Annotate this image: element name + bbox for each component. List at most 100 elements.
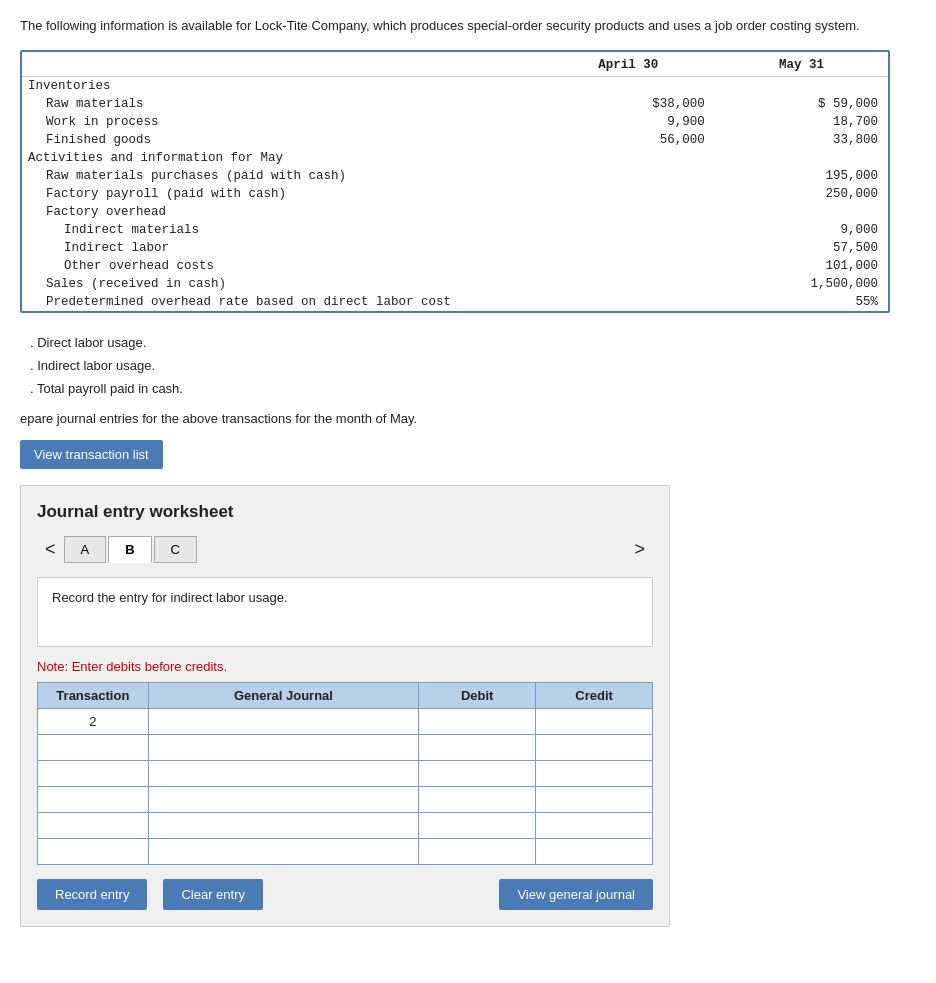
info-row-label: Raw materials (22, 95, 542, 113)
info-row-apr: $38,000 (542, 95, 715, 113)
prepare-text: epare journal entries for the above tran… (20, 411, 916, 426)
info-row-may: 57,500 (715, 239, 888, 257)
journal-credit-input[interactable] (536, 787, 652, 812)
info-row-apr: 9,900 (542, 113, 715, 131)
info-row-may: 195,000 (715, 167, 888, 185)
journal-transaction-cell (38, 760, 149, 786)
view-transaction-button[interactable]: View transaction list (20, 440, 163, 469)
journal-transaction-cell (38, 838, 149, 864)
info-row-may: 1,500,000 (715, 275, 888, 293)
journal-debit-input[interactable] (419, 761, 535, 786)
journal-credit-cell[interactable] (536, 734, 653, 760)
tab-a[interactable]: A (64, 536, 107, 563)
info-row-label: Sales (received in cash) (22, 275, 542, 293)
info-row-may: 18,700 (715, 113, 888, 131)
info-row-apr (542, 293, 715, 311)
info-row-apr (542, 76, 715, 95)
info-row-may: 250,000 (715, 185, 888, 203)
bullet-item: . Total payroll paid in cash. (30, 377, 916, 400)
journal-debit-input[interactable] (419, 787, 535, 812)
journal-general-cell[interactable] (148, 786, 419, 812)
journal-general-input[interactable] (149, 709, 419, 734)
journal-debit-cell[interactable] (419, 812, 536, 838)
info-row-may: 33,800 (715, 131, 888, 149)
journal-row (38, 760, 653, 786)
journal-debit-cell[interactable] (419, 760, 536, 786)
journal-credit-input[interactable] (536, 761, 652, 786)
info-row-may: $ 59,000 (715, 95, 888, 113)
entry-description: Record the entry for indirect labor usag… (37, 577, 653, 647)
journal-debit-input[interactable] (419, 735, 535, 760)
journal-debit-cell[interactable] (419, 838, 536, 864)
journal-credit-input[interactable] (536, 813, 652, 838)
info-row-label: Activities and information for May (22, 149, 542, 167)
journal-general-cell[interactable] (148, 838, 419, 864)
journal-transaction-cell (38, 812, 149, 838)
journal-general-input[interactable] (149, 735, 419, 760)
journal-transaction-cell (38, 786, 149, 812)
journal-general-cell[interactable] (148, 812, 419, 838)
col-label-header (22, 52, 542, 77)
info-row-label: Work in process (22, 113, 542, 131)
info-row-apr (542, 257, 715, 275)
journal-debit-cell[interactable] (419, 786, 536, 812)
view-general-journal-button[interactable]: View general journal (499, 879, 653, 910)
tabs-row: < ABC > (37, 536, 653, 563)
intro-text: The following information is available f… (20, 16, 880, 36)
info-row-label: Inventories (22, 76, 542, 95)
info-row-may: 101,000 (715, 257, 888, 275)
info-row-may: 9,000 (715, 221, 888, 239)
worksheet-title: Journal entry worksheet (37, 502, 653, 522)
tabs-container: ABC (64, 536, 199, 563)
info-row-apr (542, 275, 715, 293)
journal-debit-input[interactable] (419, 839, 535, 864)
info-row-apr (542, 203, 715, 221)
journal-credit-cell[interactable] (536, 838, 653, 864)
record-entry-button[interactable]: Record entry (37, 879, 147, 910)
tab-c[interactable]: C (154, 536, 197, 563)
journal-credit-input[interactable] (536, 735, 652, 760)
info-row-label: Indirect materials (22, 221, 542, 239)
journal-debit-input[interactable] (419, 813, 535, 838)
journal-general-cell[interactable] (148, 708, 419, 734)
journal-credit-cell[interactable] (536, 760, 653, 786)
journal-debit-input[interactable] (419, 709, 535, 734)
clear-entry-button[interactable]: Clear entry (163, 879, 263, 910)
info-row-apr (542, 167, 715, 185)
bullet-item: . Indirect labor usage. (30, 354, 916, 377)
journal-col-header-transaction: Transaction (38, 682, 149, 708)
journal-transaction-cell (38, 734, 149, 760)
note-text: Note: Enter debits before credits. (37, 659, 653, 674)
journal-row: 2 (38, 708, 653, 734)
info-row-apr (542, 239, 715, 257)
journal-credit-input[interactable] (536, 709, 652, 734)
info-row-label: Factory payroll (paid with cash) (22, 185, 542, 203)
journal-general-input[interactable] (149, 839, 419, 864)
info-row-label: Raw materials purchases (paid with cash) (22, 167, 542, 185)
journal-entry-worksheet: Journal entry worksheet < ABC > Record t… (20, 485, 670, 927)
journal-credit-cell[interactable] (536, 708, 653, 734)
info-row-label: Predetermined overhead rate based on dir… (22, 293, 542, 311)
prev-tab-button[interactable]: < (37, 537, 64, 562)
journal-credit-cell[interactable] (536, 786, 653, 812)
journal-general-input[interactable] (149, 787, 419, 812)
info-row-apr (542, 185, 715, 203)
journal-debit-cell[interactable] (419, 734, 536, 760)
journal-general-cell[interactable] (148, 760, 419, 786)
journal-general-input[interactable] (149, 761, 419, 786)
journal-row (38, 838, 653, 864)
journal-col-header-general-journal: General Journal (148, 682, 419, 708)
journal-credit-input[interactable] (536, 839, 652, 864)
info-row-apr: 56,000 (542, 131, 715, 149)
journal-general-input[interactable] (149, 813, 419, 838)
tab-b[interactable]: B (108, 536, 151, 563)
journal-credit-cell[interactable] (536, 812, 653, 838)
next-tab-button[interactable]: > (626, 537, 653, 562)
journal-transaction-cell: 2 (38, 708, 149, 734)
journal-general-cell[interactable] (148, 734, 419, 760)
journal-debit-cell[interactable] (419, 708, 536, 734)
col-may-header: May 31 (715, 52, 888, 77)
info-row-label: Finished goods (22, 131, 542, 149)
bullet-list: . Direct labor usage.. Indirect labor us… (30, 331, 916, 401)
info-row-may (715, 203, 888, 221)
